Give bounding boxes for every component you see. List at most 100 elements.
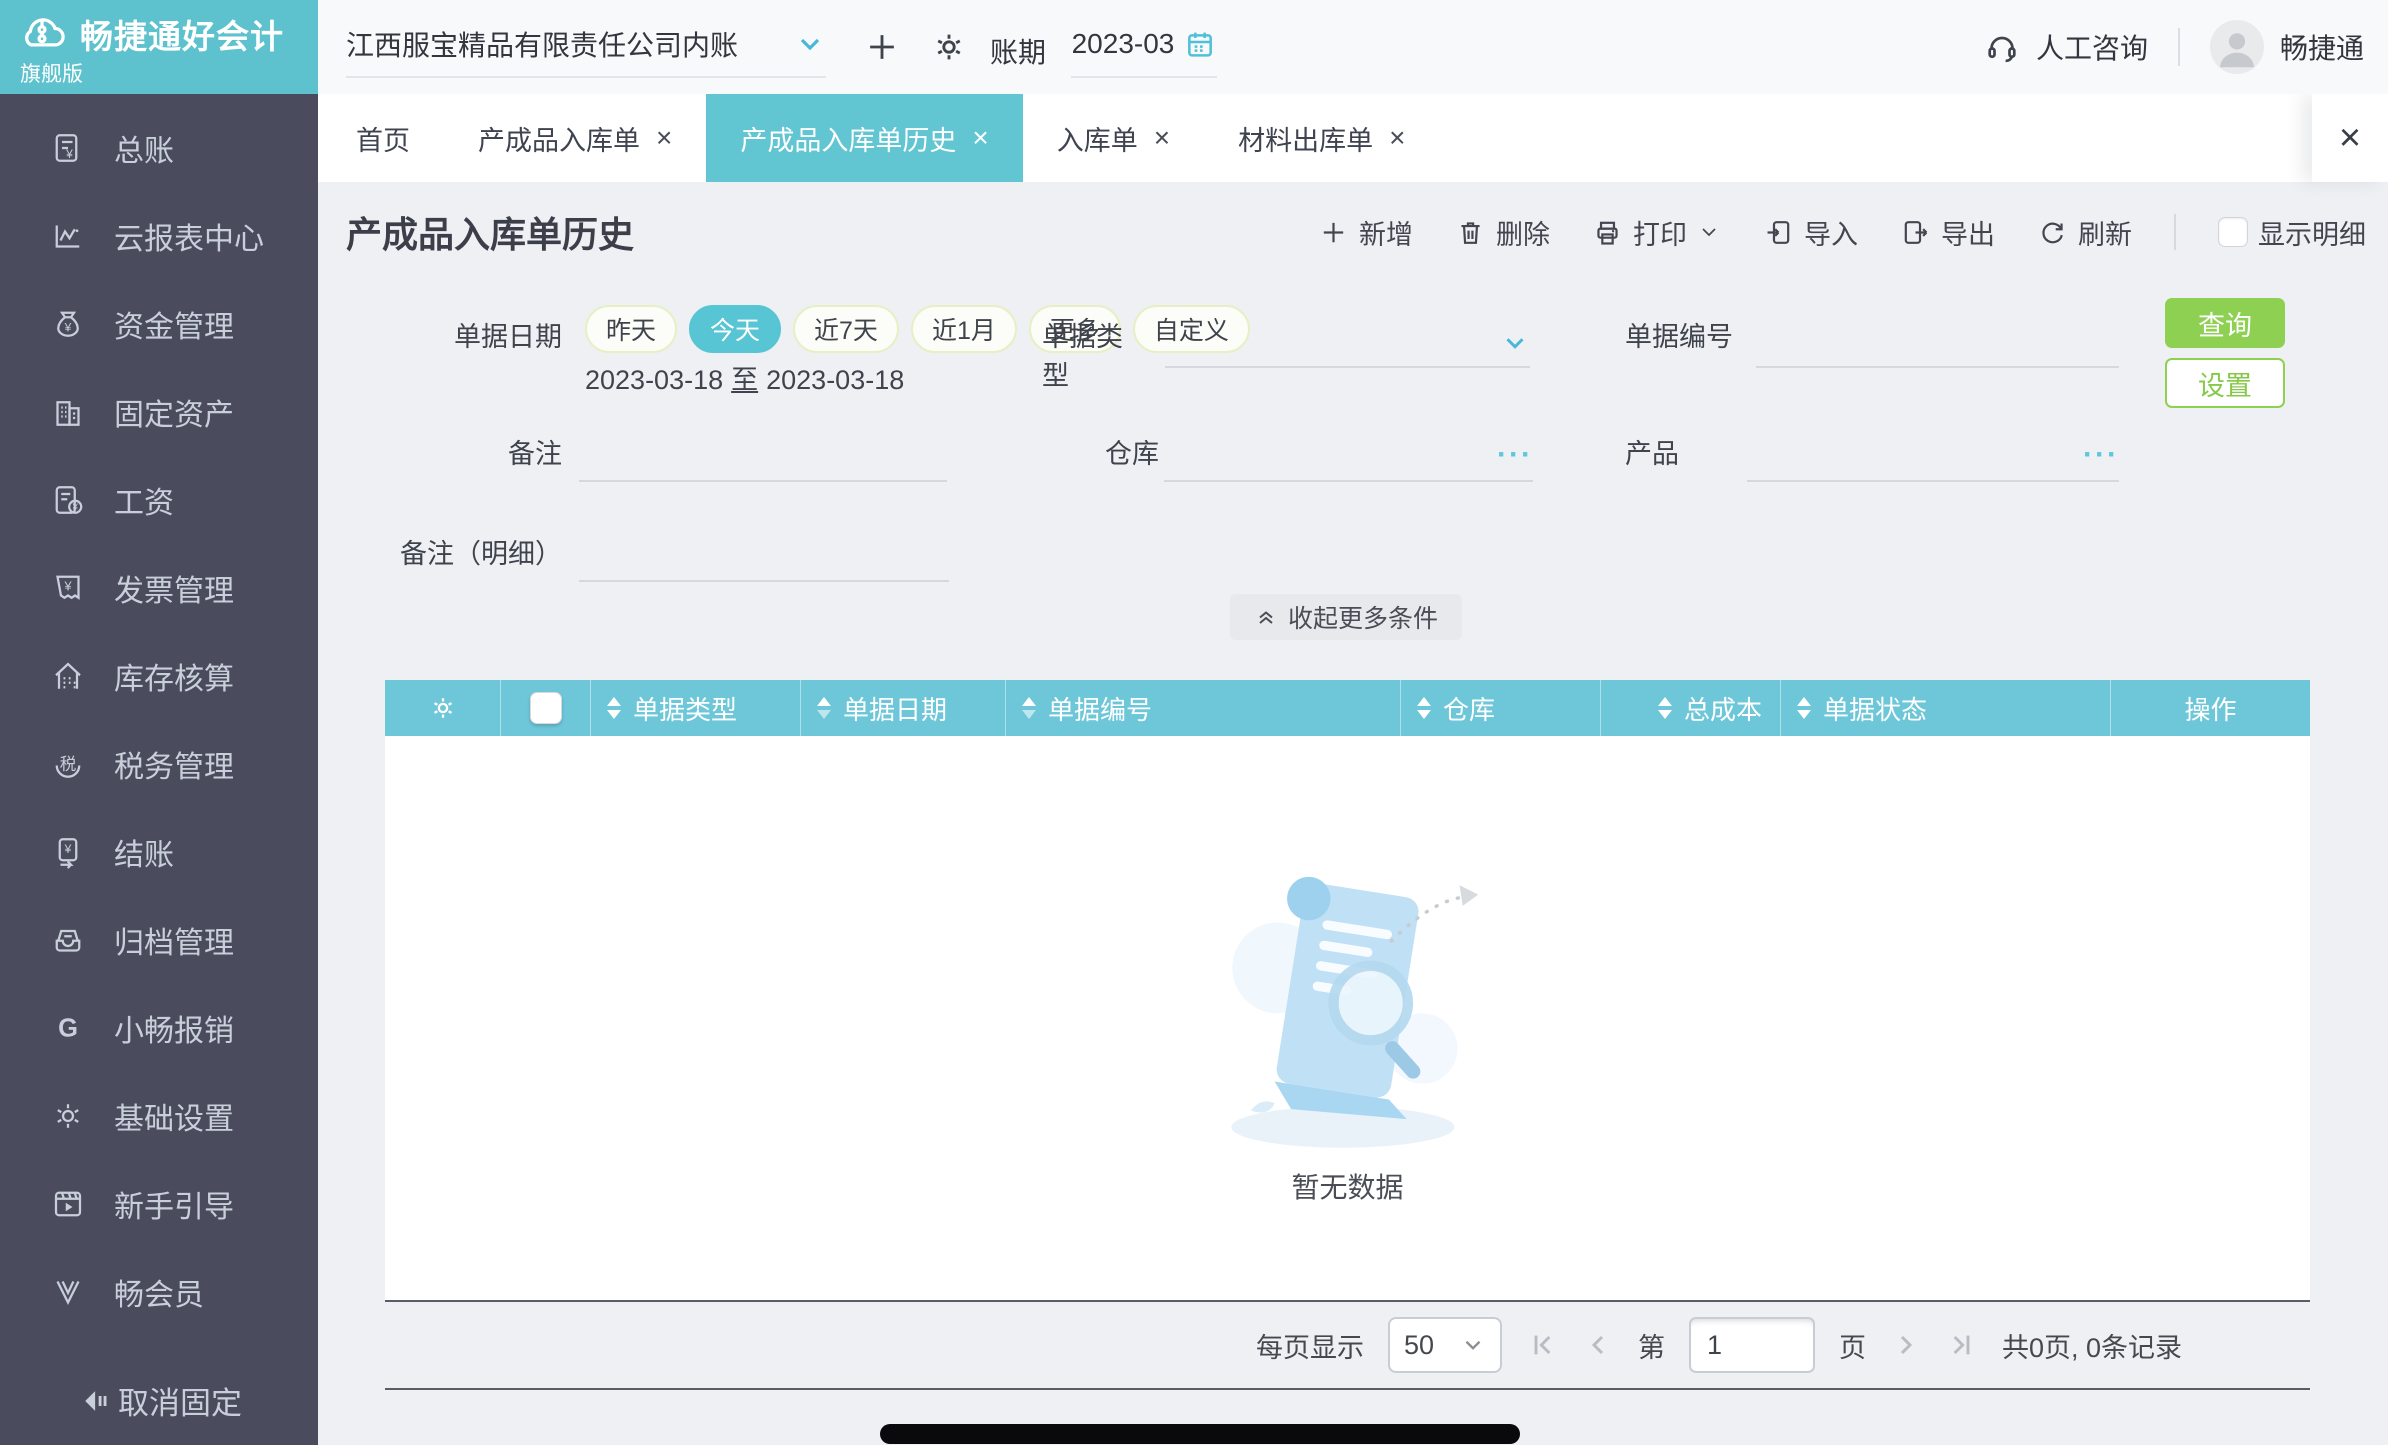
company-selector[interactable]: 江西服宝精品有限责任公司内账 <box>346 12 826 78</box>
close-icon[interactable]: × <box>1389 124 1405 152</box>
sidebar-item-label: 库存核算 <box>114 663 234 696</box>
tab-product-inbound-history[interactable]: 产成品入库单历史 × <box>706 94 1023 182</box>
tab-inbound[interactable]: 入库单 × <box>1023 94 1204 182</box>
documents-table: 单据类型 单据日期 单据编号 仓库 总成本 单据状态 操作 暂无数据 <box>385 680 2310 1300</box>
preset-yesterday[interactable]: 昨天 <box>585 305 678 353</box>
calendar-icon <box>1184 28 1216 60</box>
column-header-total-cost[interactable]: 总成本 <box>1600 680 1780 736</box>
sidebar-item-closing[interactable]: ¥ 结账 <box>0 808 318 896</box>
sidebar-item-fixed-assets[interactable]: 固定资产 <box>0 368 318 456</box>
sort-icon[interactable] <box>1657 697 1672 719</box>
sidebar-item-label: 基础设置 <box>114 1103 234 1136</box>
remark-input[interactable] <box>579 432 947 472</box>
add-account-button[interactable] <box>863 28 901 66</box>
column-header-doc-number[interactable]: 单据编号 <box>1005 680 1400 736</box>
product-input[interactable] <box>1747 432 2084 472</box>
close-icon[interactable]: × <box>1154 124 1170 152</box>
query-button[interactable]: 查询 <box>2165 298 2285 348</box>
date-range-text: 2023-03-18 至 2023-03-18 <box>585 358 904 397</box>
horizontal-scrollbar[interactable] <box>880 1424 1520 1444</box>
sort-icon[interactable] <box>607 697 621 719</box>
export-label: 导出 <box>1941 219 1995 250</box>
remark-detail-input[interactable] <box>579 532 949 572</box>
support-link[interactable]: 人工咨询 <box>2036 27 2148 67</box>
print-button[interactable]: 打印 <box>1592 213 1721 252</box>
avatar[interactable] <box>2209 20 2264 74</box>
main-content: 产成品入库单历史 新增 删除 打印 导入 导出 刷新 显示明细 单据日期 昨天 … <box>318 182 2388 1445</box>
select-all-checkbox[interactable] <box>529 692 562 724</box>
sidebar-item-funds[interactable]: ¥ 资金管理 <box>0 280 318 368</box>
last-page-button[interactable] <box>1946 1329 1978 1361</box>
next-page-button[interactable] <box>1890 1329 1922 1361</box>
sidebar-item-inventory[interactable]: 库存核算 <box>0 632 318 720</box>
column-header-doc-status[interactable]: 单据状态 <box>1780 680 2110 736</box>
warehouse-input-wrap: ··· <box>1164 418 1533 482</box>
tab-material-outbound[interactable]: 材料出库单 × <box>1204 94 1439 182</box>
export-button[interactable]: 导出 <box>1900 213 1995 252</box>
column-label: 单据状态 <box>1823 694 1928 725</box>
import-button[interactable]: 导入 <box>1763 213 1858 252</box>
column-label: 单据类型 <box>633 694 738 725</box>
warehouse-input[interactable] <box>1164 432 1498 472</box>
sidebar-item-invoice[interactable]: ¥ 发票管理 <box>0 544 318 632</box>
delete-button[interactable]: 删除 <box>1455 213 1550 252</box>
ledger-icon: ¥ <box>50 130 86 166</box>
select-all-cell <box>500 680 590 736</box>
sidebar-item-member[interactable]: 畅会员 <box>0 1248 318 1336</box>
account-settings-gear-icon[interactable] <box>930 28 968 66</box>
sidebar-item-archive[interactable]: 归档管理 <box>0 896 318 984</box>
first-page-button[interactable] <box>1526 1329 1558 1361</box>
product-input-wrap: ··· <box>1747 418 2119 482</box>
preset-today[interactable]: 今天 <box>689 305 782 353</box>
number-input[interactable] <box>1756 318 2119 358</box>
close-icon[interactable]: × <box>656 124 672 152</box>
preset-last-month[interactable]: 近1月 <box>910 305 1017 353</box>
sidebar-item-salary[interactable]: ¥ 工资 <box>0 456 318 544</box>
sidebar-item-guide[interactable]: 新手引导 <box>0 1160 318 1248</box>
tab-home[interactable]: 首页 <box>318 94 444 182</box>
sidebar-item-tax[interactable]: 税 税务管理 <box>0 720 318 808</box>
refresh-label: 刷新 <box>2078 219 2132 250</box>
sidebar-item-cloud-reports[interactable]: 云报表中心 <box>0 192 318 280</box>
sidebar-item-general-ledger[interactable]: ¥ 总账 <box>0 104 318 192</box>
divider <box>2177 28 2180 66</box>
type-select[interactable] <box>1165 304 1530 368</box>
table-body: 暂无数据 <box>385 736 2310 1300</box>
show-detail-toggle[interactable]: 显示明细 <box>2218 213 2366 252</box>
settings-button[interactable]: 设置 <box>2165 358 2285 408</box>
sort-icon[interactable] <box>1797 697 1811 719</box>
remark-detail-input-wrap <box>579 518 949 582</box>
collapse-more-filters-button[interactable]: 收起更多条件 <box>1230 594 1462 640</box>
user-name[interactable]: 畅捷通 <box>2280 27 2364 67</box>
column-header-warehouse[interactable]: 仓库 <box>1400 680 1600 736</box>
video-guide-icon <box>50 1186 86 1222</box>
per-page-select[interactable]: 50 <box>1387 1317 1502 1373</box>
close-all-tabs-button[interactable]: × <box>2312 94 2388 182</box>
sidebar-item-settings[interactable]: 基础设置 <box>0 1072 318 1160</box>
prev-page-button[interactable] <box>1582 1329 1614 1361</box>
preset-last7days[interactable]: 近7天 <box>793 305 899 353</box>
sidebar-item-reimburse[interactable]: G 小畅报销 <box>0 984 318 1072</box>
ellipsis-picker-icon[interactable]: ··· <box>1497 440 1533 472</box>
page-number-input[interactable] <box>1706 1329 1797 1361</box>
tab-label: 产成品入库单历史 <box>740 125 957 156</box>
sort-icon[interactable] <box>1022 697 1036 719</box>
refresh-button[interactable]: 刷新 <box>2037 213 2132 252</box>
close-icon[interactable]: × <box>972 124 988 152</box>
chevron-down-icon <box>794 28 826 60</box>
svg-text:¥: ¥ <box>63 578 72 593</box>
table-header: 单据类型 单据日期 单据编号 仓库 总成本 单据状态 操作 <box>385 680 2310 736</box>
sort-icon[interactable] <box>817 697 831 719</box>
column-header-doc-date[interactable]: 单据日期 <box>800 680 1005 736</box>
period-selector[interactable]: 2023-03 <box>1071 12 1217 78</box>
show-detail-checkbox[interactable] <box>2218 217 2248 247</box>
page-title: 产成品入库单历史 <box>346 214 635 255</box>
column-header-doc-type[interactable]: 单据类型 <box>590 680 800 736</box>
unpin-sidebar-button[interactable]: 取消固定 <box>0 1378 318 1423</box>
column-settings-gear-icon[interactable] <box>385 680 500 736</box>
add-button[interactable]: 新增 <box>1318 213 1413 252</box>
ellipsis-picker-icon[interactable]: ··· <box>2083 440 2119 472</box>
sort-icon[interactable] <box>1417 697 1431 719</box>
tab-product-inbound[interactable]: 产成品入库单 × <box>444 94 706 182</box>
remark-detail-filter-label: 备注（明细） <box>400 539 562 569</box>
